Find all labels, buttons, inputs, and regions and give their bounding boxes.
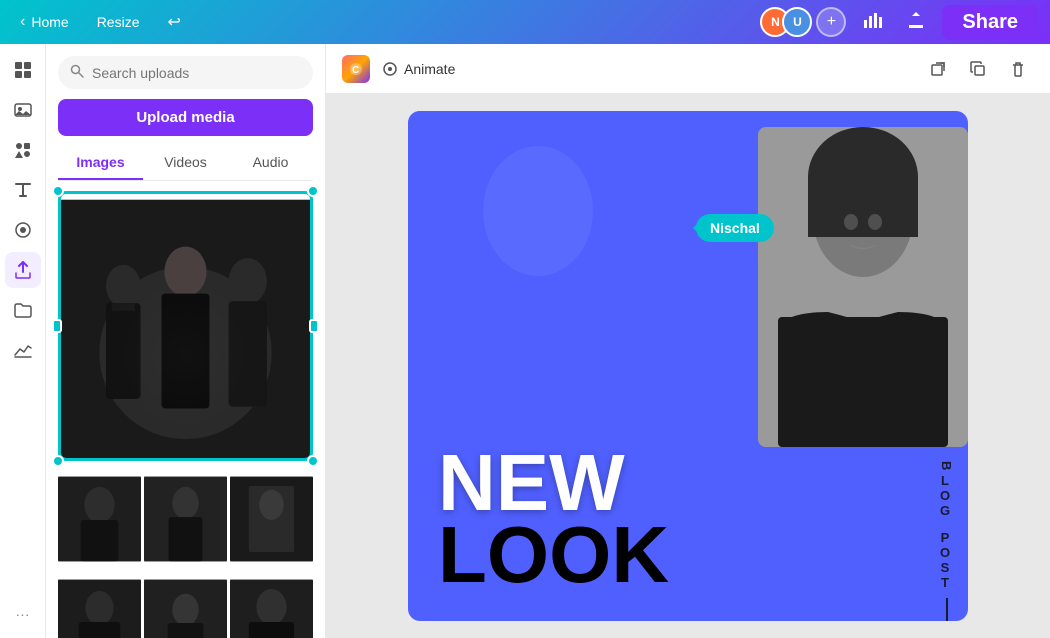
- search-svg: [70, 64, 84, 78]
- sidebar-item-photos[interactable]: [5, 92, 41, 128]
- home-button[interactable]: ‹ Home: [12, 9, 77, 35]
- duplicate-button[interactable]: [962, 53, 994, 85]
- svg-text:C: C: [352, 65, 359, 76]
- top-bar: ‹ Home Resize ↩ N U +: [0, 0, 1050, 44]
- design-right: B L O G P O S T: [748, 111, 968, 621]
- sidebar-item-templates[interactable]: [5, 52, 41, 88]
- avatar-group: N U +: [760, 7, 846, 37]
- canvas-toolbar-right: [922, 53, 1034, 85]
- add-person-button[interactable]: +: [816, 7, 846, 37]
- portrait-left-svg: [408, 111, 708, 441]
- featured-image-container: [58, 191, 313, 461]
- grid-img-svg-3: [230, 474, 313, 564]
- sidebar-item-elements[interactable]: [5, 132, 41, 168]
- design-left: NEW LOOK: [408, 111, 748, 621]
- portrait-photo: [758, 127, 968, 447]
- sidebar-item-folders[interactable]: [5, 292, 41, 328]
- media-tabs: Images Videos Audio: [58, 146, 313, 181]
- elements-icon: [13, 140, 33, 160]
- canvas-toolbar: C Animate: [326, 44, 1050, 94]
- home-label: Home: [31, 14, 68, 30]
- open-new-tab-button[interactable]: [922, 53, 954, 85]
- blog-post-text: B L O G P O S T: [939, 461, 954, 621]
- grid-img-svg-2: [144, 474, 227, 564]
- chevron-left-icon: ‹: [20, 13, 25, 31]
- charts-icon: [13, 340, 33, 360]
- icon-sidebar: ···: [0, 44, 46, 638]
- grid-img-svg-5: [144, 577, 227, 638]
- title-look: LOOK: [438, 519, 718, 591]
- selection-handle-br[interactable]: [307, 455, 319, 467]
- sidebar-item-uploads[interactable]: [5, 252, 41, 288]
- portrait-svg: [758, 127, 968, 447]
- duplicate-icon: [970, 61, 986, 77]
- upload-panel: Upload media Images Videos Audio: [46, 44, 326, 638]
- image-grid-row-1: [58, 474, 313, 564]
- avatar-user2: U: [782, 7, 812, 37]
- sidebar-more[interactable]: ···: [16, 606, 30, 630]
- featured-image-svg: [61, 194, 310, 461]
- vertical-line: [946, 598, 948, 621]
- design-text-block: NEW LOOK: [438, 447, 718, 591]
- search-box[interactable]: [58, 56, 313, 89]
- grid-image-4[interactable]: [58, 577, 141, 638]
- grid-image-5[interactable]: [144, 577, 227, 638]
- search-icon: [70, 64, 84, 81]
- photos-icon: [13, 100, 33, 120]
- share-button[interactable]: Share: [942, 5, 1038, 40]
- resize-button[interactable]: Resize: [89, 10, 148, 34]
- templates-icon: [13, 60, 33, 80]
- upload-media-button[interactable]: Upload media: [58, 99, 313, 136]
- text-icon: [13, 180, 33, 200]
- analytics-button[interactable]: [854, 6, 890, 39]
- selection-handle-tr[interactable]: [307, 185, 319, 197]
- design-card[interactable]: NEW LOOK: [408, 111, 968, 621]
- top-bar-left: ‹ Home Resize ↩: [12, 8, 189, 36]
- canva-logo: C: [342, 55, 370, 83]
- sidebar-item-brand[interactable]: [5, 212, 41, 248]
- selection-handle-ml[interactable]: [52, 319, 62, 333]
- grid-image-6[interactable]: [230, 577, 313, 638]
- sidebar-item-charts[interactable]: [5, 332, 41, 368]
- brand-icon: [13, 220, 33, 240]
- grid-img-svg-1: [58, 474, 141, 564]
- grid-image-3[interactable]: [230, 474, 313, 564]
- canvas-area: C Animate: [326, 44, 1050, 638]
- upload-top-icon: [906, 10, 926, 30]
- delete-button[interactable]: [1002, 53, 1034, 85]
- grid-img-svg-4: [58, 577, 141, 638]
- selection-handle-bl[interactable]: [52, 455, 64, 467]
- main-layout: ··· Upload media Images Videos Audio: [0, 44, 1050, 638]
- animate-icon: [382, 61, 398, 77]
- tab-audio[interactable]: Audio: [228, 146, 313, 180]
- image-grid-row-2: [58, 577, 313, 638]
- canvas-content: NEW LOOK: [326, 94, 1050, 638]
- new-tab-icon: [930, 61, 946, 77]
- top-bar-right: N U + Share: [760, 5, 1038, 40]
- portrait-left: [408, 111, 708, 441]
- animate-button[interactable]: Animate: [382, 61, 455, 77]
- grid-img-svg-6: [230, 577, 313, 638]
- selection-handle-tl[interactable]: [52, 185, 64, 197]
- publish-button[interactable]: [898, 6, 934, 39]
- selection-handle-mr[interactable]: [309, 319, 319, 333]
- tab-images[interactable]: Images: [58, 146, 143, 180]
- search-input[interactable]: [92, 65, 301, 81]
- undo-button[interactable]: ↩: [159, 8, 188, 36]
- tab-videos[interactable]: Videos: [143, 146, 228, 180]
- uploads-icon: [13, 260, 33, 280]
- grid-image-2[interactable]: [144, 474, 227, 564]
- grid-image-1[interactable]: [58, 474, 141, 564]
- title-new: NEW: [438, 447, 718, 519]
- delete-icon: [1010, 61, 1026, 77]
- canva-logo-svg: C: [348, 61, 364, 77]
- analytics-icon: [862, 10, 882, 30]
- sidebar-item-text[interactable]: [5, 172, 41, 208]
- folders-icon: [13, 300, 33, 320]
- featured-image[interactable]: [58, 191, 313, 461]
